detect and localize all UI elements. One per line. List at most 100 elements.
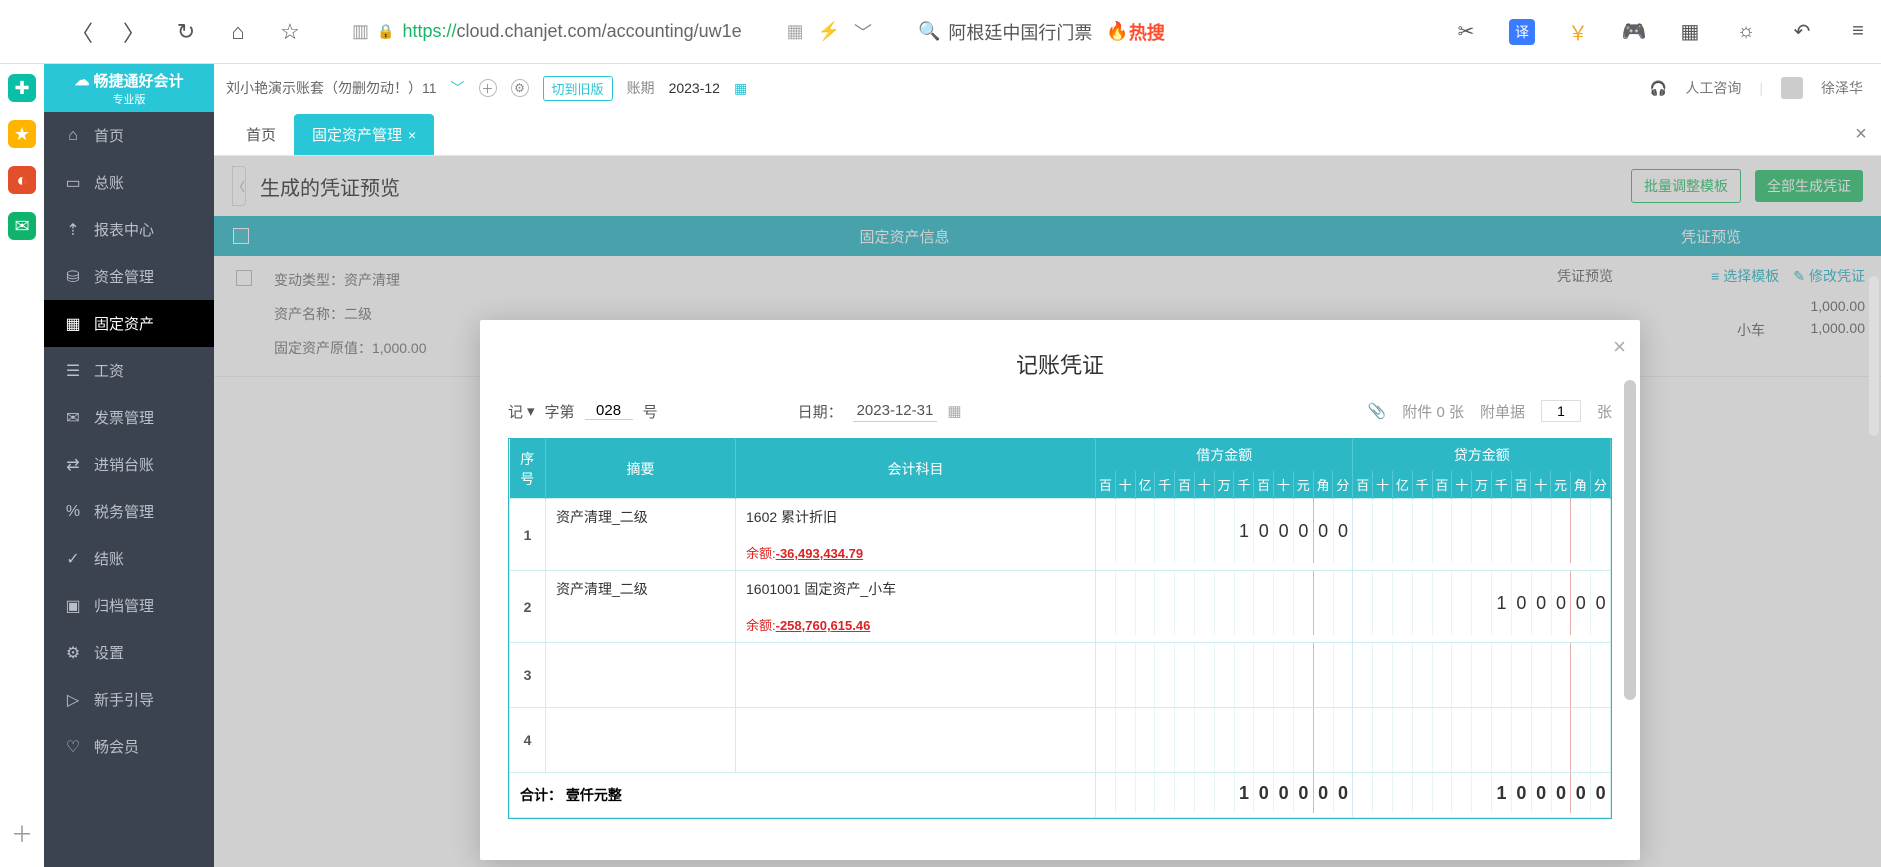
tab-fixed-assets[interactable]: 固定资产管理 × [294,114,434,155]
quick-app-mail[interactable]: ✉ [8,212,36,240]
row-summary[interactable] [546,643,736,708]
scissors-icon[interactable]: ✂ [1453,19,1479,45]
modal-scrollbar[interactable] [1624,380,1636,700]
brightness-icon[interactable]: ☼ [1733,19,1759,45]
sidebar-item-3[interactable]: ⛁资金管理 [44,253,214,300]
calendar-icon[interactable]: ▦ [947,402,961,420]
sidebar-icon: % [64,503,82,521]
row-credit[interactable] [1353,643,1611,708]
sidebar-item-9[interactable]: ✓ 结账 [44,535,214,582]
account-name[interactable]: 刘小艳演示账套（勿删勿动！）11 [226,78,437,98]
service-link[interactable]: 人工咨询 [1685,78,1741,98]
row-account[interactable]: 1602 累计折旧余额:-36,493,434.79 [736,499,1096,571]
flame-icon: 🔥 [1106,21,1128,42]
attachment-label[interactable]: 附件 0 张 [1402,401,1464,422]
period-value[interactable]: 2023-12 [669,80,720,96]
restore-icon[interactable]: ↶ [1789,19,1815,45]
home-icon[interactable]: ⌂ [226,20,250,44]
voucher-row[interactable]: 1资产清理_二级1602 累计折旧余额:-36,493,434.79100000 [510,499,1611,571]
hot-tag[interactable]: 🔥热搜 [1106,19,1164,45]
url-bar[interactable]: ▥ 🔒 https://cloud.chanjet.com/accounting… [342,13,882,51]
sidebar-item-2[interactable]: ⇡报表中心 [44,206,214,253]
row-account[interactable]: 1601001 固定资产_小车余额:-258,760,615.46 [736,571,1096,643]
row-debit[interactable]: 100000 [1096,499,1353,571]
clip-icon[interactable]: 📎 [1368,402,1387,420]
digit-cell [1254,643,1274,707]
voucher-row[interactable]: 3 [510,643,1611,708]
digit-cell: 0 [1254,773,1274,813]
voucher-number-input[interactable] [585,402,633,420]
digit-cell: 0 [1571,571,1591,635]
forward-icon[interactable]: 〉 [122,20,146,44]
avatar[interactable] [1781,77,1803,99]
row-summary[interactable] [546,708,736,773]
back-icon[interactable]: 〈 [70,20,94,44]
close-panel-icon[interactable]: × [1847,120,1875,148]
digit-cell [1274,708,1294,772]
sidebar-item-7[interactable]: ⇄进销台账 [44,441,214,488]
slip-count-input[interactable] [1541,400,1581,422]
add-account-icon[interactable]: ＋ [479,79,497,97]
sidebar-item-13[interactable]: ♡畅会员 [44,723,214,770]
row-credit[interactable] [1353,708,1611,773]
row-summary[interactable]: 资产清理_二级 [546,499,736,571]
row-summary[interactable]: 资产清理_二级 [546,571,736,643]
voucher-date-input[interactable]: 2023-12-31 [853,400,938,422]
voucher-type-select[interactable]: 记 ▾ [508,401,535,422]
sidebar-item-8[interactable]: %税务管理 [44,488,214,535]
modal-close-icon[interactable]: × [1613,334,1626,360]
sidebar-item-0[interactable]: ⌂首页 [44,112,214,159]
favorite-icon[interactable]: ☆ [278,20,302,44]
browser-search[interactable]: 🔍 阿根廷中国行门票 🔥热搜 [918,19,1165,45]
row-debit[interactable] [1096,708,1353,773]
digit-header-cell: 分 [1590,471,1610,499]
apps-icon[interactable]: ▦ [1677,19,1703,45]
quick-app-2[interactable]: ★ [8,120,36,148]
wallet-icon[interactable]: ￥ [1565,19,1591,45]
quick-app-1[interactable]: ✚ [8,74,36,102]
game-icon[interactable]: 🎮 [1621,19,1647,45]
voucher-row[interactable]: 2资产清理_二级1601001 固定资产_小车余额:-258,760,615.4… [510,571,1611,643]
brand-logo[interactable]: ☁畅捷通好会计 专业版 [44,64,214,112]
reload-icon[interactable]: ↻ [174,20,198,44]
sidebar-item-label: 结账 [94,548,124,569]
voucher-row[interactable]: 4 [510,708,1611,773]
row-account[interactable] [736,708,1096,773]
sidebar-item-5[interactable]: ☰工资 [44,347,214,394]
bolt-icon[interactable]: ⚡ [818,21,840,42]
digit-header-cell: 百 [1096,471,1116,499]
row-credit[interactable] [1353,499,1611,571]
calendar-icon[interactable]: ▦ [734,80,747,97]
digit-cell [1512,708,1532,772]
sidebar-item-4[interactable]: ▦固定资产 [44,300,214,347]
settings-small-icon[interactable]: ⚙ [511,79,529,97]
switch-old-button[interactable]: 切到旧版 [543,76,613,101]
quickbar-add-icon[interactable]: ＋ [11,817,33,849]
row-account[interactable] [736,643,1096,708]
headset-icon[interactable]: 🎧 [1650,80,1667,97]
row-debit[interactable] [1096,571,1353,643]
sidebar-item-1[interactable]: ▭总账 [44,159,214,206]
close-tab-icon[interactable]: × [408,127,416,143]
digit-cell [1433,571,1453,635]
qr-icon[interactable]: ▦ [787,21,804,42]
digit-cell: 0 [1254,499,1274,563]
sidebar-item-6[interactable]: ✉发票管理 [44,394,214,441]
chevron-down-icon[interactable]: ﹀ [854,19,872,45]
user-name[interactable]: 徐泽华 [1821,78,1863,98]
row-debit[interactable] [1096,643,1353,708]
tab-home[interactable]: 首页 [228,114,294,155]
content-scrollbar[interactable] [1869,276,1879,436]
sidebar-item-label: 新手引导 [94,689,154,710]
digit-cell [1136,708,1156,772]
sidebar-icon: ✓ [64,549,82,569]
sidebar-item-12[interactable]: ▷新手引导 [44,676,214,723]
sidebar-item-10[interactable]: ▣归档管理 [44,582,214,629]
sidebar-item-11[interactable]: ⚙设置 [44,629,214,676]
translate-icon[interactable]: 译 [1509,19,1535,45]
digit-cell [1175,571,1195,635]
account-chevron-icon[interactable]: ﹀ [451,78,465,98]
row-credit[interactable]: 100000 [1353,571,1611,643]
quick-app-3[interactable]: ◐ [8,166,36,194]
more-icon[interactable]: ≡ [1845,19,1871,45]
